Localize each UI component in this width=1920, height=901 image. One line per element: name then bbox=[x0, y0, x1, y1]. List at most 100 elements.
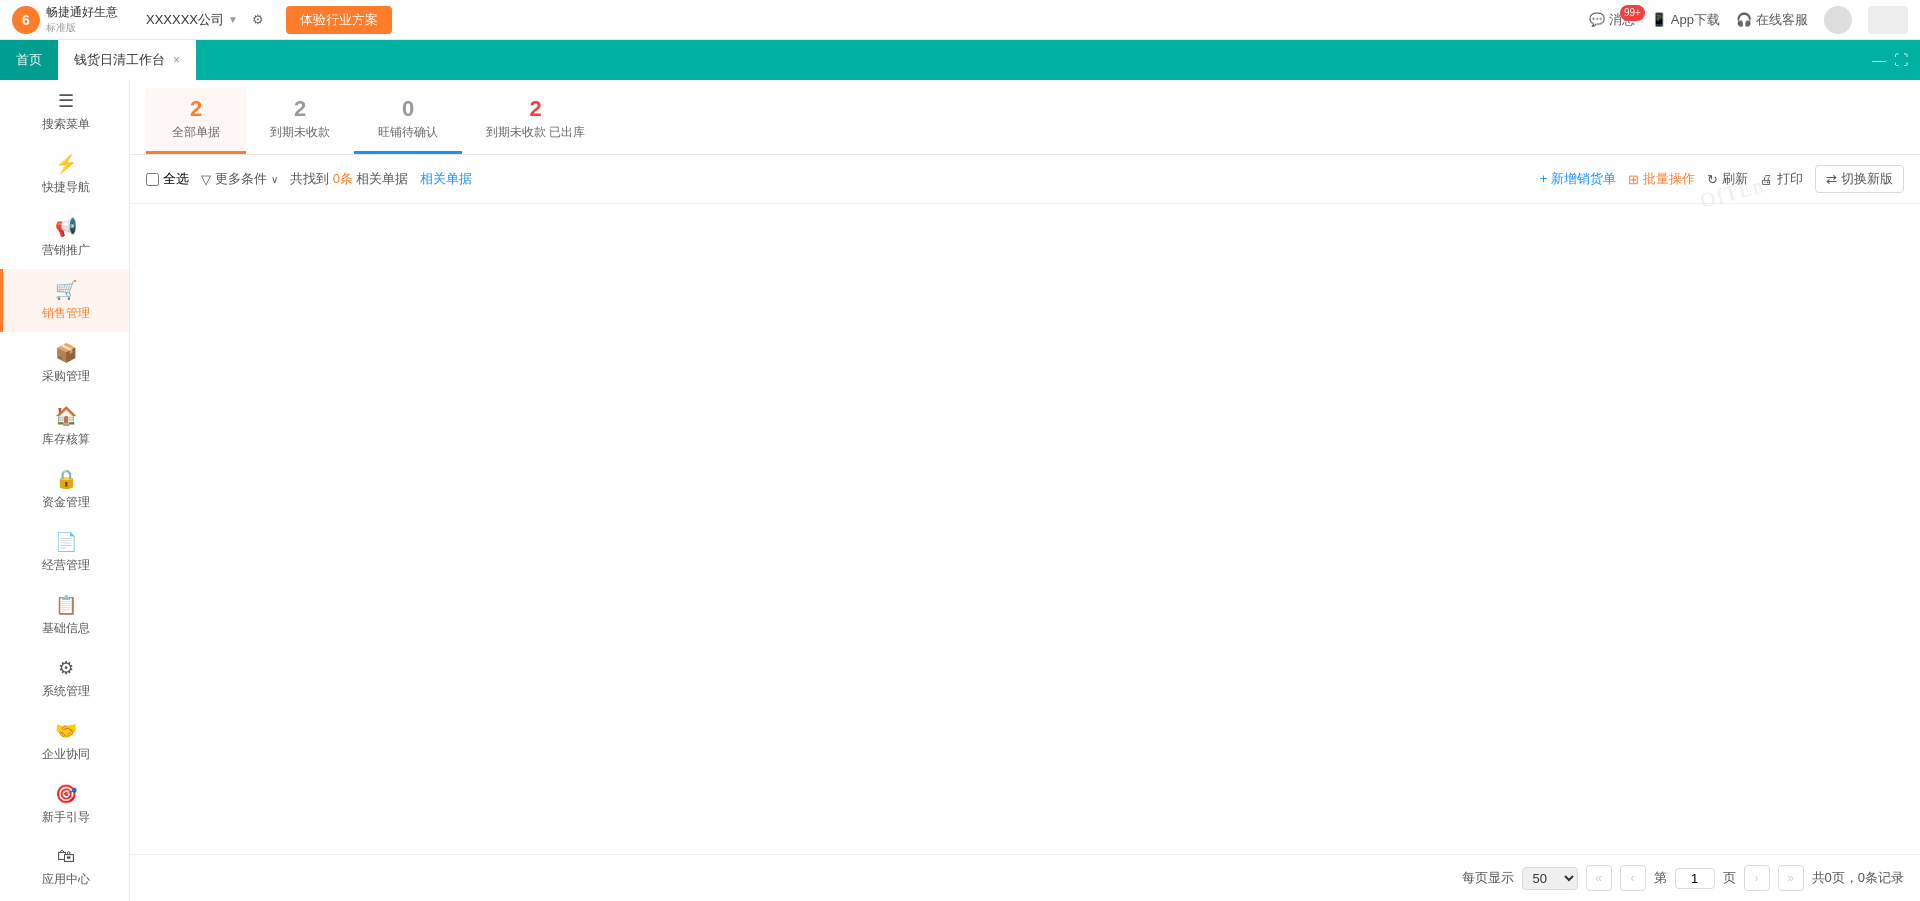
stat-tab-shipped[interactable]: 2 到期未收款 已出库 bbox=[462, 88, 609, 154]
table-area bbox=[130, 204, 1920, 854]
first-page-button[interactable]: « bbox=[1586, 865, 1612, 891]
stats-tabs: 2 全部单据 2 到期未收款 0 旺铺待确认 2 到期未收款 已出库 bbox=[130, 80, 1920, 155]
sidebar-label-system: 系统管理 bbox=[42, 683, 90, 700]
sidebar-item-basics[interactable]: 📋 基础信息 bbox=[0, 584, 129, 647]
new-sales-button[interactable]: + 新增销货单 bbox=[1540, 170, 1616, 188]
app-center-icon: 🛍 bbox=[57, 846, 75, 867]
select-all-input[interactable] bbox=[146, 173, 159, 186]
company-selector[interactable]: XXXXXX公司 ▼ bbox=[146, 11, 238, 29]
filter-button[interactable]: ▽ 更多条件 ∨ bbox=[201, 170, 278, 188]
sidebar-label-guide: 新手引导 bbox=[42, 809, 90, 826]
stat-tab-all[interactable]: 2 全部单据 bbox=[146, 88, 246, 154]
refresh-button[interactable]: ↻ 刷新 bbox=[1707, 170, 1748, 188]
message-button[interactable]: 💬 消息 99+ bbox=[1589, 11, 1635, 29]
sidebar-item-inventory[interactable]: 🏠 库存核算 bbox=[0, 395, 129, 458]
total-records: 共0页，0条记录 bbox=[1812, 869, 1904, 887]
stat-tab-overdue[interactable]: 2 到期未收款 bbox=[246, 88, 354, 154]
stat-tab-wangpu[interactable]: 0 旺铺待确认 bbox=[354, 88, 462, 154]
sidebar-item-collab[interactable]: 🤝 企业协同 bbox=[0, 710, 129, 773]
next-page-button[interactable]: › bbox=[1744, 865, 1770, 891]
tab-workbench-label: 钱货日清工作台 bbox=[74, 51, 165, 69]
tab-workbench[interactable]: 钱货日清工作台 × bbox=[58, 40, 196, 80]
company-arrow: ▼ bbox=[228, 14, 238, 25]
page-suffix: 页 bbox=[1723, 869, 1736, 887]
message-icon: 💬 bbox=[1589, 12, 1605, 27]
sidebar-item-purchase[interactable]: 📦 采购管理 bbox=[0, 332, 129, 395]
inventory-icon: 🏠 bbox=[55, 405, 77, 427]
sidebar: ☰ 搜索菜单 ⚡ 快捷导航 📢 营销推广 🛒 销售管理 📦 采购管理 🏠 库存核… bbox=[0, 80, 130, 901]
settings-icon[interactable]: ⚙ bbox=[246, 8, 270, 32]
sidebar-label-marketing: 营销推广 bbox=[42, 242, 90, 259]
print-label: 打印 bbox=[1777, 170, 1803, 188]
stat-num-all: 2 bbox=[190, 96, 202, 122]
finance-icon: 🔒 bbox=[55, 468, 77, 490]
stat-num-overdue: 2 bbox=[294, 96, 306, 122]
page-label: 第 bbox=[1654, 869, 1667, 887]
switch-version-button[interactable]: ⇄ 切换新版 bbox=[1815, 165, 1904, 193]
switch-icon: ⇄ bbox=[1826, 172, 1837, 187]
page-number-input[interactable] bbox=[1675, 868, 1715, 889]
refresh-icon: ↻ bbox=[1707, 172, 1718, 187]
sidebar-item-guide[interactable]: 🎯 新手引导 bbox=[0, 773, 129, 836]
sidebar-label-search: 搜索菜单 bbox=[42, 116, 90, 133]
per-page-select[interactable]: 50 100 200 bbox=[1522, 867, 1578, 890]
found-prefix: 共找到 bbox=[290, 171, 329, 186]
prev-page-button[interactable]: ‹ bbox=[1620, 865, 1646, 891]
per-page-label: 每页显示 bbox=[1462, 869, 1514, 887]
sidebar-item-marketing[interactable]: 📢 营销推广 bbox=[0, 206, 129, 269]
download-icon: 📱 bbox=[1651, 12, 1667, 27]
refresh-label: 刷新 bbox=[1722, 170, 1748, 188]
found-count: 0条 bbox=[333, 171, 353, 186]
tab-minimize-icon[interactable]: — bbox=[1872, 52, 1886, 68]
sidebar-label-sales: 销售管理 bbox=[42, 305, 90, 322]
last-page-button[interactable]: » bbox=[1778, 865, 1804, 891]
sidebar-label-operations: 经营管理 bbox=[42, 557, 90, 574]
toolbar-left: 全选 ▽ 更多条件 ∨ 共找到 0条 相关单据 相关单据 bbox=[146, 170, 472, 188]
logo-sub: 标准版 bbox=[46, 21, 118, 34]
logo-text: 畅捷通好生意 标准版 bbox=[46, 5, 118, 34]
avatar[interactable] bbox=[1824, 6, 1852, 34]
tab-home[interactable]: 首页 bbox=[0, 40, 58, 80]
sidebar-item-search[interactable]: ☰ 搜索菜单 bbox=[0, 80, 129, 143]
sidebar-item-sales[interactable]: 🛒 销售管理 bbox=[0, 269, 129, 332]
sidebar-item-app-center[interactable]: 🛍 应用中心 bbox=[0, 836, 129, 898]
select-all-checkbox[interactable]: 全选 bbox=[146, 170, 189, 188]
company-name: XXXXXX公司 bbox=[146, 11, 224, 29]
layout: ☰ 搜索菜单 ⚡ 快捷导航 📢 营销推广 🛒 销售管理 📦 采购管理 🏠 库存核… bbox=[0, 80, 1920, 901]
stat-label-shipped: 到期未收款 已出库 bbox=[486, 124, 585, 141]
batch-op-button[interactable]: ⊞ 批量操作 bbox=[1628, 170, 1695, 188]
stat-label-overdue: 到期未收款 bbox=[270, 124, 330, 141]
sidebar-item-operations[interactable]: 📄 经营管理 bbox=[0, 521, 129, 584]
sidebar-label-quick-nav: 快捷导航 bbox=[42, 179, 90, 196]
found-text: 共找到 0条 相关单据 bbox=[290, 170, 408, 188]
collab-icon: 🤝 bbox=[55, 720, 77, 742]
related-bills-link[interactable]: 相关单据 bbox=[420, 170, 472, 188]
logo-icon: 6 bbox=[12, 6, 40, 34]
sidebar-label-app-center: 应用中心 bbox=[42, 871, 90, 888]
search-menu-icon: ☰ bbox=[58, 90, 74, 112]
guide-icon: 🎯 bbox=[55, 783, 77, 805]
toolbar: 全选 ▽ 更多条件 ∨ 共找到 0条 相关单据 相关单据 + 新增销货单 ⊞ bbox=[130, 155, 1920, 204]
tab-maximize-icon[interactable]: ⛶ bbox=[1894, 52, 1908, 68]
sidebar-item-system[interactable]: ⚙ 系统管理 bbox=[0, 647, 129, 710]
app-download-button[interactable]: 📱 App下载 bbox=[1651, 11, 1720, 29]
logo-title: 畅捷通好生意 bbox=[46, 5, 118, 21]
filter-icon: ▽ bbox=[201, 172, 211, 187]
topbar-left: 6 畅捷通好生意 标准版 XXXXXX公司 ▼ ⚙ 体验行业方案 bbox=[12, 5, 392, 34]
operations-icon: 📄 bbox=[55, 531, 77, 553]
pagination: 每页显示 50 100 200 « ‹ 第 页 › » 共0页，0条记录 bbox=[130, 854, 1920, 901]
print-button[interactable]: 🖨 打印 bbox=[1760, 170, 1803, 188]
filter-label: 更多条件 bbox=[215, 170, 267, 188]
online-service-button[interactable]: 🎧 在线客服 bbox=[1736, 11, 1808, 29]
tab-close-icon[interactable]: × bbox=[173, 53, 180, 67]
marketing-icon: 📢 bbox=[55, 216, 77, 238]
sidebar-label-inventory: 库存核算 bbox=[42, 431, 90, 448]
sidebar-item-quick-nav[interactable]: ⚡ 快捷导航 bbox=[0, 143, 129, 206]
online-service-label: 在线客服 bbox=[1756, 11, 1808, 29]
user-name-area[interactable] bbox=[1868, 6, 1908, 34]
topbar-right: 💬 消息 99+ 📱 App下载 🎧 在线客服 bbox=[1589, 6, 1908, 34]
sidebar-item-finance[interactable]: 🔒 资金管理 bbox=[0, 458, 129, 521]
trial-button[interactable]: 体验行业方案 bbox=[286, 6, 392, 34]
tab-nav: 首页 钱货日清工作台 × — ⛶ bbox=[0, 40, 1920, 80]
app-download-label: App下载 bbox=[1671, 11, 1720, 29]
